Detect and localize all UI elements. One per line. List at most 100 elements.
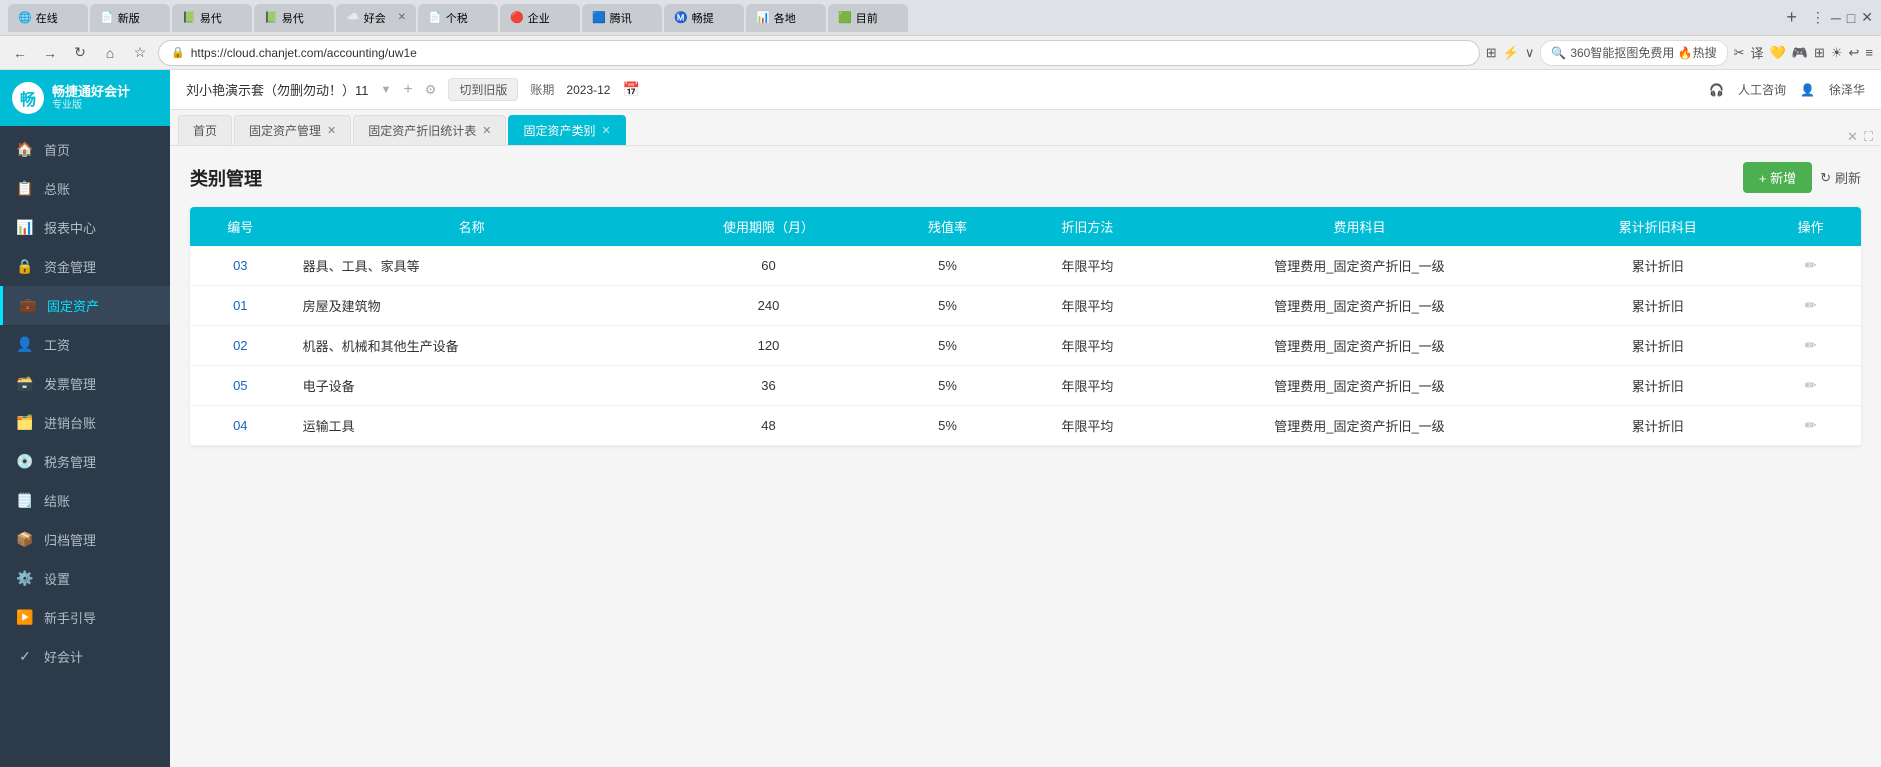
sidebar-label-0: 首页 <box>44 140 70 159</box>
service-label[interactable]: 人工咨询 <box>1738 81 1786 98</box>
reload-btn[interactable]: ↻ <box>68 41 92 65</box>
close-btn[interactable]: ✕ <box>1861 9 1873 26</box>
home-btn[interactable]: ⌂ <box>98 41 122 65</box>
tab-close-icon[interactable]: ✕ <box>327 124 336 137</box>
grid-icon[interactable]: ⊞ <box>1814 45 1825 61</box>
col-header-编号: 编号 <box>190 207 291 246</box>
site-settings-icon[interactable]: ⊞ <box>1486 45 1497 61</box>
close-tab-icon[interactable]: ✕ <box>1847 129 1858 145</box>
translate-icon[interactable]: 译 <box>1751 43 1764 62</box>
row-period: 240 <box>653 286 884 326</box>
sidebar-item-税务管理[interactable]: 💿税务管理 <box>0 442 170 481</box>
sidebar-item-结账[interactable]: 🗒️ 结账 <box>0 481 170 520</box>
sidebar-item-总账[interactable]: 📋总账 <box>0 169 170 208</box>
new-tab-btn[interactable]: + <box>1782 7 1801 28</box>
tab-close-icon[interactable]: ✕ <box>482 124 491 137</box>
edit-icon[interactable]: ✏ <box>1805 417 1817 433</box>
calendar-icon[interactable]: 📅 <box>622 81 639 98</box>
switch-version-btn[interactable]: 切到旧版 <box>448 78 518 101</box>
expand-icon[interactable]: ∨ <box>1525 45 1535 61</box>
edit-icon[interactable]: ✏ <box>1805 297 1817 313</box>
row-expense: 管理费用_固定资产折旧_一级 <box>1164 366 1555 406</box>
row-period: 60 <box>653 246 884 286</box>
sidebar-item-资金管理[interactable]: 🔒资金管理 <box>0 247 170 286</box>
dropdown-icon[interactable]: ▼ <box>381 84 392 96</box>
sidebar-item-归档管理[interactable]: 📦归档管理 <box>0 520 170 559</box>
sidebar-item-新手引导[interactable]: ▶️新手引导 <box>0 598 170 637</box>
page-tab-2[interactable]: 固定资产折旧统计表✕ <box>353 115 506 145</box>
browser-tab-7[interactable]: 🟦腾讯 <box>582 4 662 32</box>
col-header-名称: 名称 <box>291 207 653 246</box>
settings-icon[interactable]: ⚙ <box>425 82 437 98</box>
back-btn[interactable]: ← <box>8 41 32 65</box>
browser-menu-icon[interactable]: ≡ <box>1865 45 1873 60</box>
bookmark-btn[interactable]: ☆ <box>128 41 152 65</box>
undo-icon[interactable]: ↩ <box>1849 45 1860 61</box>
edit-icon[interactable]: ✏ <box>1805 337 1817 353</box>
sidebar-label-4: 固定资产 <box>47 296 99 315</box>
table-row: 01 房屋及建筑物 240 5% 年限平均 管理费用_固定资产折旧_一级 累计折… <box>190 286 1861 326</box>
minimize-btn[interactable]: ─ <box>1831 10 1841 26</box>
page-title: 类别管理 <box>190 165 262 191</box>
sidebar-item-固定资产[interactable]: 💼固定资产 <box>0 286 170 325</box>
sidebar-logo: 畅 畅捷通好会计 专业版 <box>0 70 170 126</box>
browser-tab-0[interactable]: 🌐在线 <box>8 4 88 32</box>
sidebar-item-报表中心[interactable]: 📊报表中心 <box>0 208 170 247</box>
browser-tab-10[interactable]: 🟩目前 <box>828 4 908 32</box>
refresh-button[interactable]: ↻ 刷新 <box>1820 162 1861 193</box>
row-method: 年限平均 <box>1011 326 1164 366</box>
wallet-icon[interactable]: 💛 <box>1770 45 1786 61</box>
row-action[interactable]: ✏ <box>1760 326 1861 366</box>
row-action[interactable]: ✏ <box>1760 406 1861 446</box>
sidebar-item-进销台账[interactable]: 🗂️进销台账 <box>0 403 170 442</box>
edit-icon[interactable]: ✏ <box>1805 257 1817 273</box>
scissors-icon[interactable]: ✂ <box>1734 45 1745 61</box>
edit-icon[interactable]: ✏ <box>1805 377 1817 393</box>
sidebar-label-6: 发票管理 <box>44 374 96 393</box>
row-residual: 5% <box>884 366 1011 406</box>
page-tab-0[interactable]: 首页 <box>178 115 232 145</box>
col-header-累计折旧科目: 累计折旧科目 <box>1555 207 1760 246</box>
sidebar-item-发票管理[interactable]: 🗃️发票管理 <box>0 364 170 403</box>
row-code: 01 <box>190 286 291 326</box>
row-method: 年限平均 <box>1011 286 1164 326</box>
search-bar[interactable]: 🔍 360智能抠图免费用 🔥热搜 <box>1540 40 1727 66</box>
sidebar-item-首页[interactable]: 🏠首页 <box>0 130 170 169</box>
sidebar-icon-5: 👤 <box>16 336 34 354</box>
forward-btn[interactable]: → <box>38 41 62 65</box>
game-icon[interactable]: 🎮 <box>1792 45 1808 61</box>
row-action[interactable]: ✏ <box>1760 286 1861 326</box>
sidebar-label-1: 总账 <box>44 179 70 198</box>
sidebar-item-设置[interactable]: ⚙️设置 <box>0 559 170 598</box>
browser-tab-8[interactable]: Ⓜ️畅提 <box>664 4 744 32</box>
url-bar[interactable]: 🔒 https://cloud.chanjet.com/accounting/u… <box>158 40 1480 66</box>
lock-icon: 🔒 <box>171 46 185 59</box>
page-tab-3[interactable]: 固定资产类别✕ <box>508 115 625 145</box>
browser-tab-5[interactable]: 📄个税 <box>418 4 498 32</box>
sidebar-item-好会计[interactable]: ✓好会计 <box>0 637 170 676</box>
page-tab-1[interactable]: 固定资产管理✕ <box>234 115 351 145</box>
row-action[interactable]: ✏ <box>1760 366 1861 406</box>
maximize-tab-icon[interactable]: ⛶ <box>1864 129 1873 145</box>
browser-tab-4[interactable]: ☁️好会✕ <box>336 4 416 32</box>
browser-tab-9[interactable]: 📊各地 <box>746 4 826 32</box>
period-value: 2023-12 <box>566 83 610 97</box>
maximize-btn[interactable]: □ <box>1847 10 1855 26</box>
browser-tab-2[interactable]: 📗易代 <box>172 4 252 32</box>
power-icon[interactable]: ⚡ <box>1503 45 1519 61</box>
browser-menu-btn[interactable]: ⋮ <box>1811 9 1825 26</box>
browser-tab-6[interactable]: 🔴企业 <box>500 4 580 32</box>
table-row: 05 电子设备 36 5% 年限平均 管理费用_固定资产折旧_一级 累计折旧 ✏ <box>190 366 1861 406</box>
row-action[interactable]: ✏ <box>1760 246 1861 286</box>
brightness-icon[interactable]: ☀ <box>1831 45 1843 61</box>
add-company-btn[interactable]: + <box>403 81 412 99</box>
browser-tab-3[interactable]: 📗易代 <box>254 4 334 32</box>
sidebar-label-9: 结账 <box>44 491 70 510</box>
row-method: 年限平均 <box>1011 366 1164 406</box>
add-button[interactable]: + 新增 <box>1743 162 1812 193</box>
sidebar-icon-9: 🗒️ <box>16 492 34 510</box>
tab-close-icon[interactable]: ✕ <box>602 124 611 137</box>
sidebar-label-2: 报表中心 <box>44 218 96 237</box>
browser-tab-1[interactable]: 📄新版 <box>90 4 170 32</box>
sidebar-item-工资[interactable]: 👤工资 <box>0 325 170 364</box>
